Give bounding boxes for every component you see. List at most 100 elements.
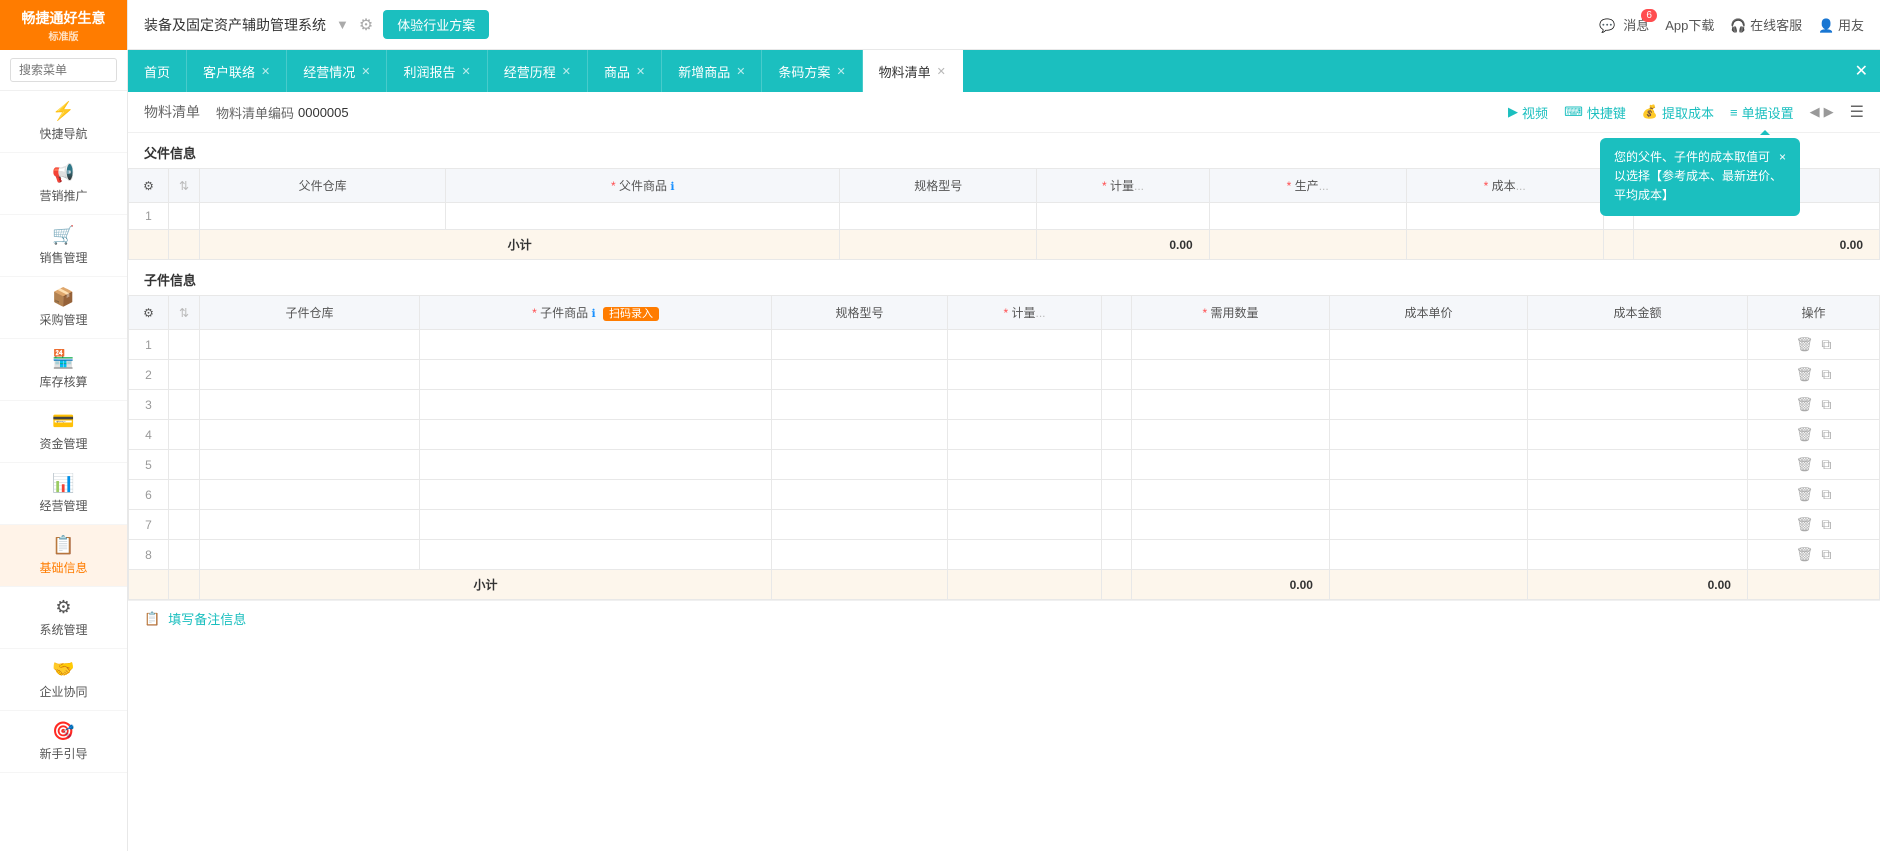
- child-th-settings[interactable]: ⚙: [129, 296, 169, 330]
- tooltip-close-button[interactable]: ×: [1779, 148, 1786, 167]
- copy-icon-6[interactable]: ⧉: [1821, 486, 1831, 503]
- app-download-link[interactable]: App下载: [1665, 15, 1714, 34]
- sidebar-item-finance[interactable]: 💳 资金管理: [0, 401, 127, 463]
- parent-th-settings[interactable]: ⚙: [129, 169, 169, 203]
- topbar-right: 💬 6 消息 App下载 🎧 在线客服 👤 用友: [1599, 15, 1864, 34]
- dropdown-arrow-icon[interactable]: ▼: [336, 17, 349, 32]
- child-row1-product[interactable]: [420, 330, 772, 360]
- copy-icon-7[interactable]: ⧉: [1821, 516, 1831, 533]
- tab-customer[interactable]: 客户联络 ✕: [187, 50, 287, 92]
- parent-row1-produce[interactable]: [1209, 203, 1406, 230]
- shortcut-action[interactable]: ⌨ 快捷键: [1564, 103, 1626, 122]
- copy-icon-3[interactable]: ⧉: [1821, 396, 1831, 413]
- tab-barcode[interactable]: 条码方案 ✕: [762, 50, 862, 92]
- tab-newproduct-label: 新增商品: [678, 62, 730, 81]
- prev-arrow[interactable]: ◀: [1810, 104, 1820, 120]
- sidebar-item-marketing[interactable]: 📢 营销推广: [0, 153, 127, 215]
- parent-row1-spec[interactable]: [840, 203, 1037, 230]
- delete-icon-5[interactable]: 🗑: [1796, 456, 1814, 473]
- tab-situation-close[interactable]: ✕: [361, 65, 370, 78]
- sidebar-item-sales[interactable]: 🛒 销售管理: [0, 215, 127, 277]
- user-avatar[interactable]: 👤 用友: [1818, 15, 1864, 34]
- tab-product-close[interactable]: ✕: [636, 65, 645, 78]
- child-row2-qty[interactable]: [1132, 360, 1330, 390]
- sidebar-item-purchase[interactable]: 📦 采购管理: [0, 277, 127, 339]
- copy-icon-1[interactable]: ⧉: [1821, 336, 1831, 353]
- parent-row1-product[interactable]: [446, 203, 840, 230]
- search-input[interactable]: [10, 58, 117, 82]
- scan-badge[interactable]: 扫码录入: [603, 307, 659, 321]
- trial-button[interactable]: 体验行业方案: [383, 10, 489, 39]
- child-th-spec: 规格型号: [772, 296, 948, 330]
- child-row2-product[interactable]: [420, 360, 772, 390]
- sidebar-item-collab[interactable]: 🤝 企业协同: [0, 649, 127, 711]
- bottom-label[interactable]: 填写备注信息: [168, 609, 246, 628]
- parent-subtotal-empty6: [1603, 230, 1633, 260]
- child-th-sort: ⇅: [169, 296, 200, 330]
- online-service-link[interactable]: 🎧 在线客服: [1730, 15, 1802, 34]
- delete-icon-3[interactable]: 🗑: [1796, 396, 1814, 413]
- tab-bom-close[interactable]: ✕: [937, 65, 946, 78]
- child-row1-warehouse[interactable]: [200, 330, 420, 360]
- delete-icon-2[interactable]: 🗑: [1796, 366, 1814, 383]
- cost-action[interactable]: 💰 提取成本: [1642, 103, 1714, 122]
- child-row2-amount[interactable]: [1527, 360, 1747, 390]
- tab-profit[interactable]: 利润报告 ✕: [387, 50, 487, 92]
- tab-customer-close[interactable]: ✕: [261, 65, 270, 78]
- sidebar-item-guide[interactable]: 🎯 新手引导: [0, 711, 127, 773]
- delete-icon-7[interactable]: 🗑: [1796, 516, 1814, 533]
- copy-icon-2[interactable]: ⧉: [1821, 366, 1831, 383]
- delete-icon-4[interactable]: 🗑: [1796, 426, 1814, 443]
- sidebar-item-quicknav[interactable]: ⚡ 快捷导航: [0, 91, 127, 153]
- tab-situation[interactable]: 经营情况 ✕: [287, 50, 387, 92]
- child-row1-price[interactable]: [1329, 330, 1527, 360]
- sidebar-item-inventory[interactable]: 🏪 库存核算: [0, 339, 127, 401]
- tab-bom[interactable]: 物料清单 ✕: [863, 50, 963, 92]
- tab-home[interactable]: 首页: [128, 50, 187, 92]
- message-wrap[interactable]: 💬 6 消息: [1599, 15, 1649, 34]
- child-subtotal-row: 小计 0.00 0.00: [129, 570, 1880, 600]
- main-area: 装备及固定资产辅助管理系统 ▼ ⚙ 体验行业方案 💬 6 消息 App下载 🎧 …: [128, 0, 1880, 851]
- tab-bom-label: 物料清单: [879, 62, 931, 81]
- tab-history[interactable]: 经营历程 ✕: [488, 50, 588, 92]
- close-all-tabs[interactable]: ✕: [1843, 61, 1880, 81]
- child-row1-qty[interactable]: [1132, 330, 1330, 360]
- tab-barcode-close[interactable]: ✕: [836, 65, 845, 78]
- copy-icon-5[interactable]: ⧉: [1821, 456, 1831, 473]
- parent-row1-cost[interactable]: [1406, 203, 1603, 230]
- tab-customer-label: 客户联络: [203, 62, 255, 81]
- shortcut-label: 快捷键: [1587, 103, 1626, 122]
- sidebar-item-sysadmin[interactable]: ⚙ 系统管理: [0, 587, 127, 649]
- list-view-icon[interactable]: ☰: [1850, 102, 1864, 122]
- code-label: 物料清单编码: [216, 103, 294, 122]
- delete-icon-1[interactable]: 🗑: [1796, 336, 1814, 353]
- sidebar-item-basicinfo[interactable]: 📋 基础信息: [0, 525, 127, 587]
- copy-icon-8[interactable]: ⧉: [1821, 546, 1831, 563]
- settings-action[interactable]: ≡ 单据设置: [1730, 103, 1794, 122]
- child-row2-unit[interactable]: [948, 360, 1102, 390]
- tab-newproduct[interactable]: 新增商品 ✕: [662, 50, 762, 92]
- sidebar-item-operations[interactable]: 📊 经营管理: [0, 463, 127, 525]
- child-row1-amount[interactable]: [1527, 330, 1747, 360]
- delete-icon-8[interactable]: 🗑: [1796, 546, 1814, 563]
- next-arrow[interactable]: ▶: [1824, 104, 1834, 120]
- copy-icon-4[interactable]: ⧉: [1821, 426, 1831, 443]
- sidebar: 畅捷通好生意 标准版 ⚡ 快捷导航 📢 营销推广 🛒 销售管理 📦 采购管理 🏪…: [0, 0, 128, 851]
- sysadmin-icon: ⚙: [55, 597, 71, 618]
- child-row-6: 6 🗑⧉: [129, 480, 1880, 510]
- tab-profit-close[interactable]: ✕: [462, 65, 471, 78]
- child-row2-spec[interactable]: [772, 360, 948, 390]
- parent-row1-warehouse[interactable]: [200, 203, 446, 230]
- child-table: ⚙ ⇅ 子件仓库 * 子件商品 ℹ 扫码录入 规格型号 * 计量...: [128, 295, 1880, 600]
- tab-newproduct-close[interactable]: ✕: [736, 65, 745, 78]
- tab-history-close[interactable]: ✕: [562, 65, 571, 78]
- child-row1-spec[interactable]: [772, 330, 948, 360]
- parent-row1-unit[interactable]: [1037, 203, 1209, 230]
- child-row2-warehouse[interactable]: [200, 360, 420, 390]
- tab-product[interactable]: 商品 ✕: [588, 50, 662, 92]
- settings-icon[interactable]: ⚙: [359, 15, 373, 35]
- video-action[interactable]: ▶ 视频: [1508, 103, 1548, 122]
- child-row1-unit[interactable]: [948, 330, 1102, 360]
- child-row2-price[interactable]: [1329, 360, 1527, 390]
- delete-icon-6[interactable]: 🗑: [1796, 486, 1814, 503]
